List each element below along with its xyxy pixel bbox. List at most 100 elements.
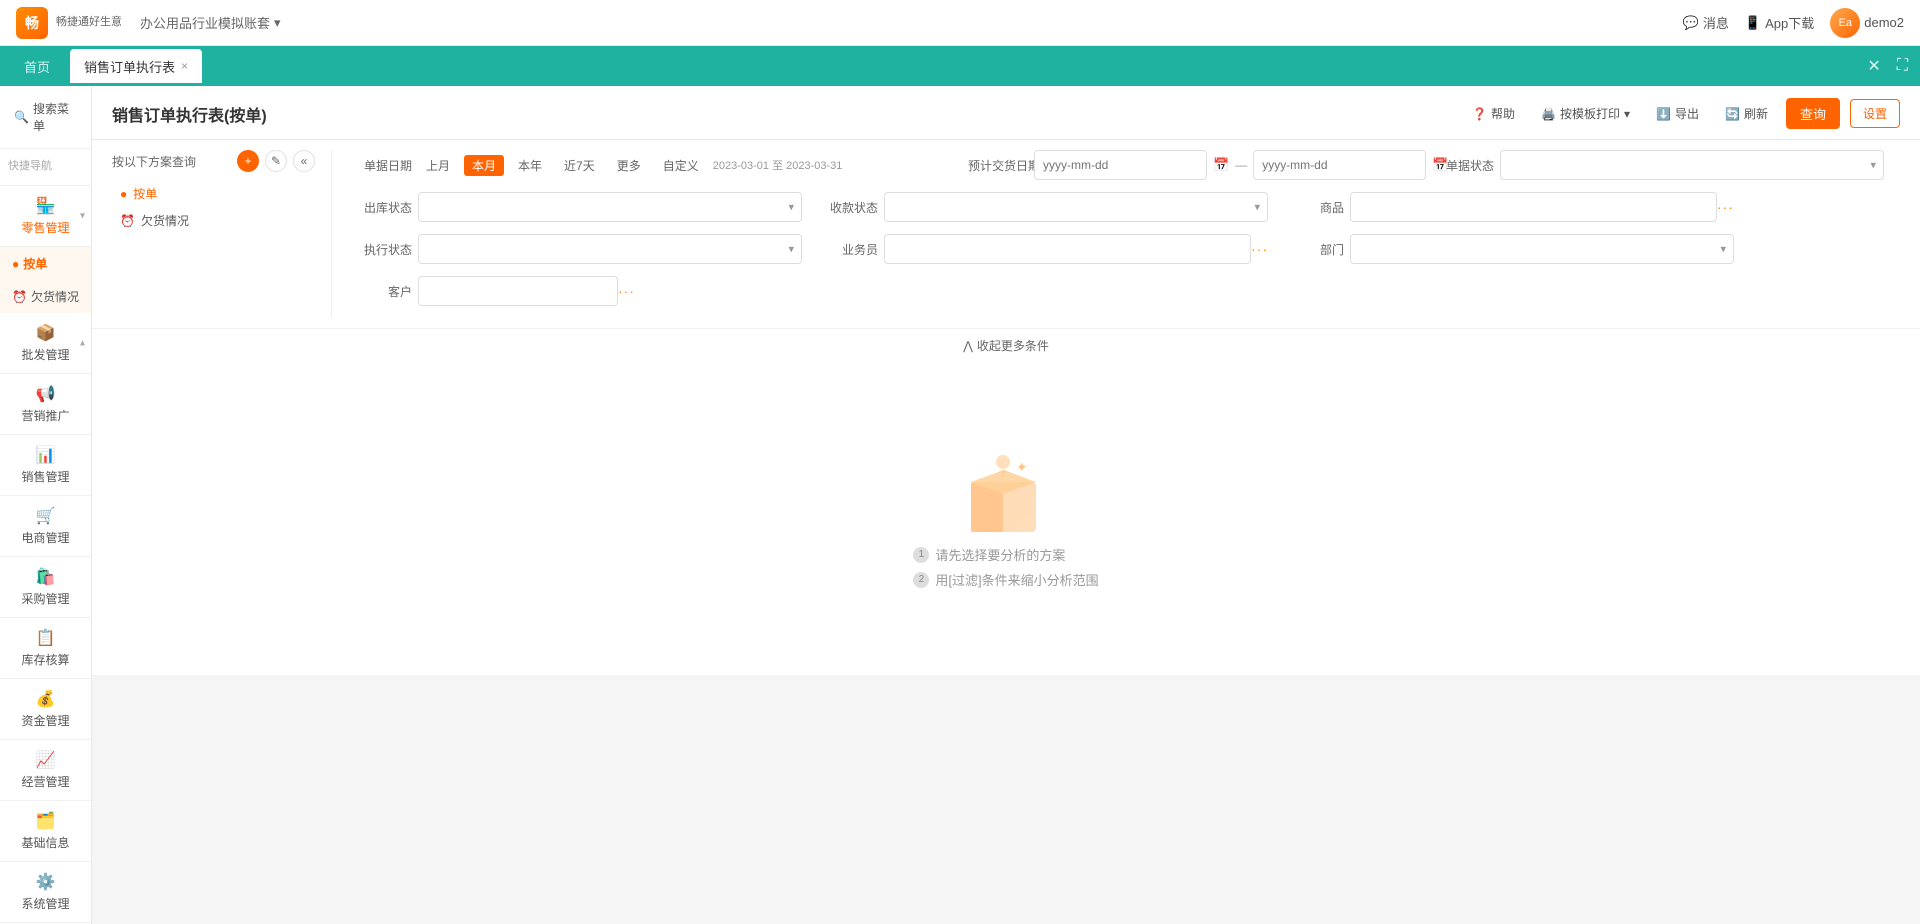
- expected-date-start[interactable]: [1034, 150, 1207, 180]
- date-tags: 上月 本月 本年 近7天 更多 自定义 2023-03-01 至 2023-03…: [418, 155, 842, 176]
- sidebar-item-inventory[interactable]: 📋 库存核算: [0, 618, 91, 679]
- sidebar-item-label-wholesale: 批发管理: [21, 346, 69, 363]
- collapse-more-button[interactable]: ⋀ 收起更多条件: [92, 329, 1920, 362]
- sub-item-欠货情况[interactable]: ⏰ 欠货情况: [0, 280, 91, 313]
- goods-more-icon[interactable]: ···: [1717, 199, 1734, 215]
- tab-sales-exec[interactable]: 销售订单执行表 ×: [70, 49, 202, 83]
- single-status-select-wrapper: [1500, 150, 1884, 180]
- avatar: Ea: [1830, 8, 1860, 38]
- wholesale-icon: 📦: [36, 323, 56, 343]
- tip-text-1: 请先选择要分析的方案: [935, 545, 1065, 564]
- date-tag-more[interactable]: 更多: [609, 155, 649, 176]
- salesperson-input[interactable]: [884, 234, 1251, 264]
- sidebar-item-label-sales: 销售管理: [21, 468, 69, 485]
- date-tag-current-year[interactable]: 本年: [510, 155, 550, 176]
- help-button[interactable]: ❓ 帮助: [1464, 101, 1523, 126]
- sidebar-item-label-base-info: 基础信息: [21, 834, 69, 851]
- sidebar-item-retail[interactable]: 🏪 零售管理 ▾: [0, 186, 91, 247]
- date-control: 上月 本月 本年 近7天 更多 自定义 2023-03-01 至 2023-03…: [418, 155, 952, 176]
- app-download-button[interactable]: 📱 App下载: [1745, 13, 1814, 32]
- message-button[interactable]: 💬 消息: [1683, 13, 1729, 32]
- refresh-button[interactable]: 🔄 刷新: [1717, 101, 1776, 126]
- base-info-icon: 🗂️: [36, 811, 56, 831]
- sidebar-item-label-retail: 零售管理: [21, 219, 69, 236]
- sidebar-item-finance[interactable]: 💰 资金管理: [0, 679, 91, 740]
- message-icon: 💬: [1683, 15, 1699, 31]
- collapse-more-label: 收起更多条件: [977, 337, 1049, 354]
- sidebar-item-label-operations: 经营管理: [21, 773, 69, 790]
- salesperson-more-icon[interactable]: ···: [1251, 241, 1268, 257]
- filter-section: 按以下方案查询 + ✎ « ● 按单 ⏰: [92, 140, 1920, 329]
- collapse-up-icon: ⋀: [963, 339, 973, 353]
- filter-item-customer: 客户 ···: [352, 276, 802, 306]
- sidebar-item-operations[interactable]: 📈 经营管理: [0, 740, 91, 801]
- search-menu-button[interactable]: 🔍 搜索菜单: [8, 96, 83, 138]
- customer-input[interactable]: [418, 276, 618, 306]
- search-menu-label: 搜索菜单: [33, 100, 77, 134]
- edit-scheme-button[interactable]: ✎: [265, 150, 287, 172]
- sidebar-item-system[interactable]: ⚙️ 系统管理: [0, 862, 91, 923]
- exec-status-label: 执行状态: [352, 241, 412, 258]
- workspace-dropdown[interactable]: 办公用品行业模拟账套 ▾: [132, 9, 289, 36]
- goods-label: 商品: [1284, 199, 1344, 216]
- sidebar-item-wholesale[interactable]: 📦 批发管理 ▴: [0, 313, 91, 374]
- download-icon: 📱: [1745, 15, 1761, 31]
- collapse-scheme-button[interactable]: «: [293, 150, 315, 172]
- sidebar-item-label-purchase: 采购管理: [21, 590, 69, 607]
- filter-item-goods: 商品 ···: [1284, 192, 1734, 222]
- date-start-icon[interactable]: 📅: [1213, 157, 1229, 173]
- purchase-icon: 🛍️: [36, 567, 56, 587]
- tab-close-icon[interactable]: ×: [181, 59, 188, 73]
- print-icon: 🖨️: [1541, 107, 1556, 121]
- finance-icon: 💰: [36, 689, 56, 709]
- dept-label: 部门: [1284, 241, 1344, 258]
- fullscreen-icon[interactable]: ⛶: [1893, 53, 1912, 79]
- page-actions: ❓ 帮助 🖨️ 按模板打印 ▾ ⬇️ 导出 🔄 刷新: [1464, 98, 1900, 129]
- sub-item-按单[interactable]: ● 按单: [0, 247, 91, 280]
- expected-date-label: 预计交货日期: [968, 157, 1028, 174]
- scheme-list: ● 按单 ⏰ 欠货情况: [112, 180, 315, 234]
- top-navigation: 畅 畅捷通好生意 办公用品行业模拟账套 ▾ 💬 消息 📱 App下载 Ea de…: [0, 0, 1920, 46]
- scheme-item-按单[interactable]: ● 按单: [112, 180, 315, 207]
- customer-label: 客户: [352, 283, 412, 300]
- filter-item-out-status: 出库状态: [352, 192, 802, 222]
- user-name: demo2: [1864, 15, 1904, 30]
- sidebar-item-purchase[interactable]: 🛍️ 采购管理: [0, 557, 91, 618]
- sidebar-item-marketing[interactable]: 📢 营销推广: [0, 374, 91, 435]
- sidebar-item-sales[interactable]: 📊 销售管理: [0, 435, 91, 496]
- dept-select[interactable]: [1350, 234, 1734, 264]
- add-scheme-button[interactable]: +: [237, 150, 259, 172]
- filter-item-single-status: 单据状态: [1434, 150, 1884, 180]
- expected-date-end[interactable]: [1253, 150, 1426, 180]
- export-button[interactable]: ⬇️ 导出: [1648, 101, 1707, 126]
- receipt-status-select[interactable]: [884, 192, 1268, 222]
- sidebar-quick-nav: 快捷导航: [0, 149, 91, 186]
- exec-status-select[interactable]: [418, 234, 802, 264]
- scheme-item-欠货情况[interactable]: ⏰ 欠货情况: [112, 207, 315, 234]
- print-button[interactable]: 🖨️ 按模板打印 ▾: [1533, 101, 1638, 126]
- receipt-status-label: 收款状态: [818, 199, 878, 216]
- customer-more-icon[interactable]: ···: [618, 283, 635, 299]
- out-status-label: 出库状态: [352, 199, 412, 216]
- single-status-select[interactable]: [1500, 150, 1884, 180]
- sidebar-item-base-info[interactable]: 🗂️ 基础信息: [0, 801, 91, 862]
- user-menu[interactable]: Ea demo2: [1830, 8, 1904, 38]
- logo-icon: 畅: [16, 7, 48, 39]
- date-tag-7days[interactable]: 近7天: [556, 155, 603, 176]
- tip-text-2: 用[过滤]条件来缩小分析范围: [935, 570, 1098, 589]
- date-tag-prev-month[interactable]: 上月: [418, 155, 458, 176]
- query-button[interactable]: 查询: [1786, 98, 1840, 129]
- filter-scheme-panel: 按以下方案查询 + ✎ « ● 按单 ⏰: [112, 150, 332, 318]
- tab-home[interactable]: 首页: [8, 51, 66, 82]
- out-status-select[interactable]: [418, 192, 802, 222]
- sidebar-item-ecommerce[interactable]: 🛒 电商管理: [0, 496, 91, 557]
- salesperson-label: 业务员: [818, 241, 878, 258]
- goods-input[interactable]: [1350, 192, 1717, 222]
- date-tag-custom[interactable]: 自定义: [655, 155, 707, 176]
- close-window-icon[interactable]: ✕: [1863, 52, 1884, 80]
- date-tag-current-month[interactable]: 本月: [464, 155, 504, 176]
- date-range-display: 2023-03-01 至 2023-03-31: [713, 157, 843, 173]
- settings-button[interactable]: 设置: [1850, 99, 1900, 128]
- operations-icon: 📈: [36, 750, 56, 770]
- refresh-icon: 🔄: [1725, 107, 1740, 121]
